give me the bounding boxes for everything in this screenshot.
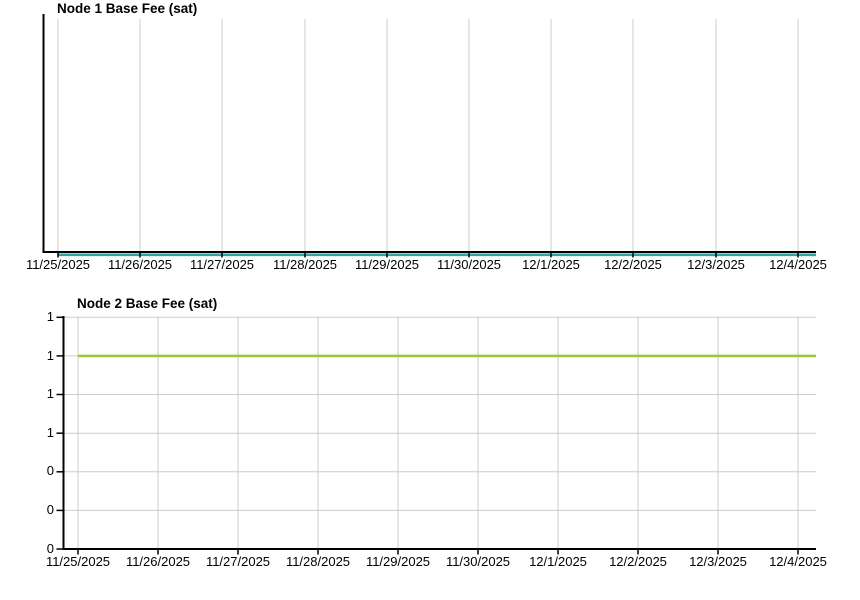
chart2-x-tick-label: 11/25/2025 [45, 554, 111, 569]
chart2-x-tick-label: 12/2/2025 [609, 554, 667, 569]
chart2-y-tick-label: 0 [46, 502, 54, 517]
chart2-h-gridlines [63, 316, 816, 511]
chart2-x-tick-label: 12/4/2025 [769, 554, 827, 569]
chart1-x-tick-label: 11/25/2025 [25, 257, 91, 272]
chart2-x-tick-label: 11/30/2025 [445, 554, 511, 569]
chart1-x-tick-label: 11/28/2025 [272, 257, 338, 272]
report-page: Node 1 Base Fee (sat) Node 2 Base Fee (s… [0, 0, 860, 600]
chart2-x-tick-label: 12/3/2025 [689, 554, 747, 569]
chart2-x-tick-label: 11/28/2025 [285, 554, 351, 569]
chart2-y-tick-label: 0 [46, 463, 54, 478]
chart2-title: Node 2 Base Fee (sat) [77, 296, 218, 311]
chart2-x-tick-label: 12/1/2025 [529, 554, 587, 569]
chart1-x-tick-label: 11/29/2025 [354, 257, 420, 272]
chart2-y-tick-label: 1 [46, 309, 54, 324]
chart1-x-tick-label: 12/2/2025 [604, 257, 662, 272]
chart2-x-tick-label: 11/29/2025 [365, 554, 431, 569]
chart2-x-tick-label: 11/26/2025 [125, 554, 191, 569]
chart1-title: Node 1 Base Fee (sat) [57, 1, 198, 16]
chart2-y-ticks [56, 316, 63, 550]
chart1-x-tick-label: 12/1/2025 [522, 257, 580, 272]
chart1-x-tick-label: 11/26/2025 [107, 257, 173, 272]
chart1-x-tick-label: 12/4/2025 [769, 257, 827, 272]
chart1-x-tick-label: 11/27/2025 [189, 257, 255, 272]
chart2-y-tick-label: 1 [46, 425, 54, 440]
chart1-x-tick-label: 12/3/2025 [687, 257, 745, 272]
chart1-gridlines [57, 19, 799, 252]
chart2-x-tick-label: 11/27/2025 [205, 554, 271, 569]
chart1-axes [42, 14, 816, 253]
chart1-x-tick-label: 11/30/2025 [436, 257, 502, 272]
chart2-y-tick-label: 1 [46, 386, 54, 401]
chart2-y-tick-label: 1 [46, 348, 54, 363]
